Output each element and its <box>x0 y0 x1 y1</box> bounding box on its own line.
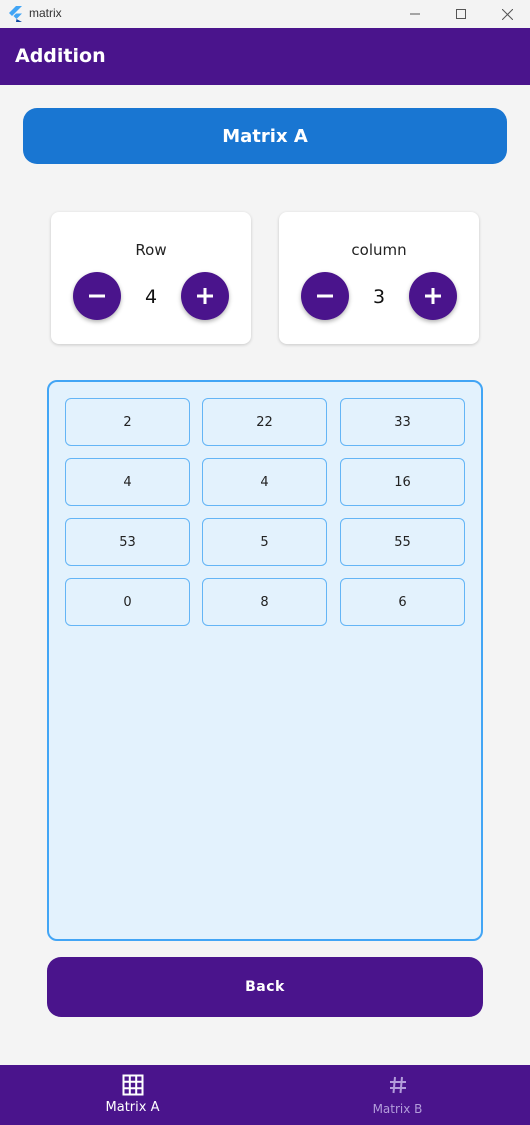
maximize-icon <box>456 9 466 19</box>
matrix-cell-1-0[interactable]: 4 <box>65 458 190 506</box>
matrix-cell-0-2[interactable]: 33 <box>340 398 465 446</box>
row-decrement-button[interactable] <box>73 272 121 320</box>
app-bar: Addition <box>0 28 530 85</box>
matrix-cell-3-1[interactable]: 8 <box>202 578 327 626</box>
row-stepper: Row 4 <box>51 212 251 344</box>
nav-item-matrix-a[interactable]: Matrix A <box>0 1065 265 1125</box>
nav-label-matrix-a: Matrix A <box>105 1100 160 1115</box>
back-button[interactable]: Back <box>47 957 483 1017</box>
column-increment-button[interactable] <box>409 272 457 320</box>
matrix-cell-3-2[interactable]: 6 <box>340 578 465 626</box>
minus-icon <box>317 294 333 298</box>
matrix-cell-1-1[interactable]: 4 <box>202 458 327 506</box>
minus-icon <box>89 294 105 298</box>
column-count: 3 <box>372 286 386 308</box>
column-stepper: column 3 <box>279 212 479 344</box>
column-label: column <box>351 241 407 259</box>
matrix-cell-3-0[interactable]: 0 <box>65 578 190 626</box>
page-title: Addition <box>15 45 106 67</box>
matrix-cell-2-2[interactable]: 55 <box>340 518 465 566</box>
matrix-cell-0-1[interactable]: 22 <box>202 398 327 446</box>
close-button[interactable] <box>484 0 530 28</box>
row-count: 4 <box>144 286 158 308</box>
matrix-grid: 2 22 33 4 4 16 53 5 55 0 8 6 <box>47 380 483 941</box>
row-increment-button[interactable] <box>181 272 229 320</box>
plus-icon <box>197 288 213 304</box>
matrix-cell-0-0[interactable]: 2 <box>65 398 190 446</box>
bottom-nav: Matrix A Matrix B <box>0 1065 530 1125</box>
minimize-icon <box>410 13 420 15</box>
plus-icon <box>425 288 441 304</box>
window-title: matrix <box>29 6 62 20</box>
matrix-a-header[interactable]: Matrix A <box>23 108 507 164</box>
column-decrement-button[interactable] <box>301 272 349 320</box>
nav-item-matrix-b[interactable]: Matrix B <box>265 1065 530 1125</box>
maximize-button[interactable] <box>438 0 484 28</box>
row-label: Row <box>135 241 167 259</box>
flutter-logo-icon <box>9 6 22 22</box>
matrix-cell-1-2[interactable]: 16 <box>340 458 465 506</box>
minimize-button[interactable] <box>392 0 438 28</box>
grid-icon <box>122 1074 144 1096</box>
matrix-cell-2-1[interactable]: 5 <box>202 518 327 566</box>
hash-icon <box>390 1076 406 1094</box>
window-titlebar: matrix <box>0 0 530 28</box>
matrix-cell-2-0[interactable]: 53 <box>65 518 190 566</box>
nav-label-matrix-b: Matrix B <box>372 1102 423 1116</box>
close-icon <box>501 8 513 20</box>
